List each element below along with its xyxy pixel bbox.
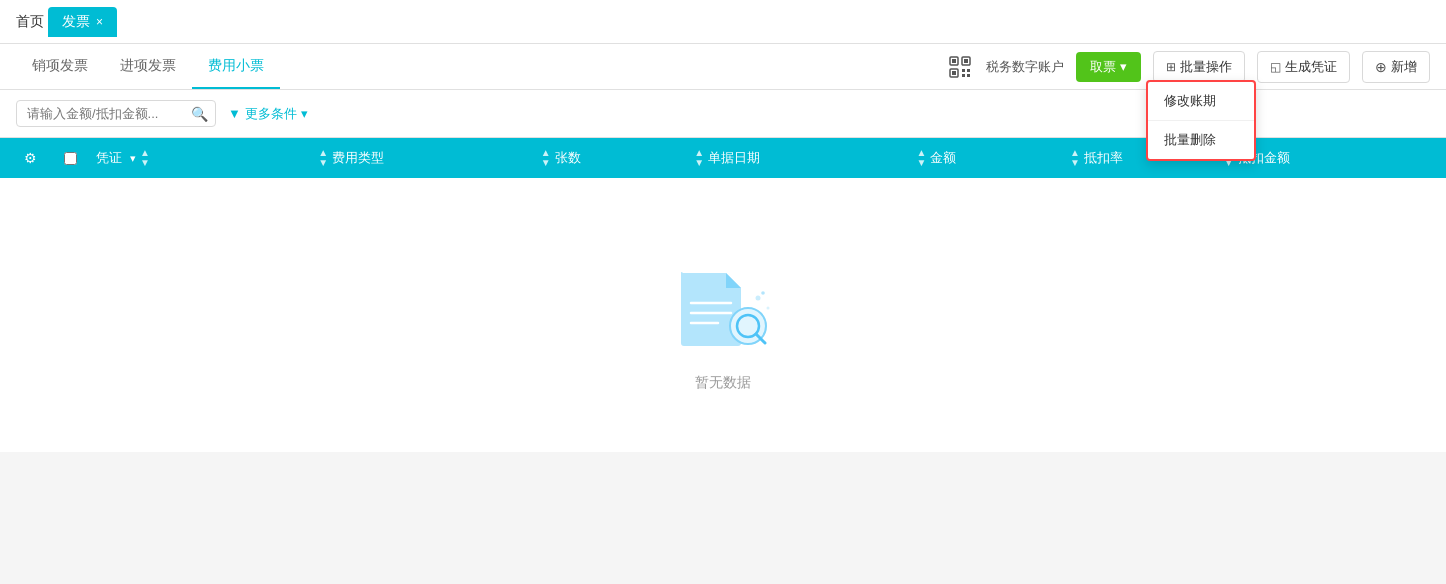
active-tab[interactable]: 发票 × bbox=[48, 7, 117, 37]
svg-rect-8 bbox=[962, 74, 965, 77]
empty-illustration bbox=[663, 258, 783, 358]
generate-voucher-button[interactable]: ◱ 生成凭证 bbox=[1257, 51, 1350, 83]
add-button[interactable]: ⊕ 新增 bbox=[1362, 51, 1430, 83]
th-voucher: 凭证 ▾ ▲▼ bbox=[88, 148, 310, 168]
tab-expense-receipt[interactable]: 费用小票 bbox=[192, 44, 280, 89]
svg-point-17 bbox=[767, 307, 770, 310]
top-nav: 首页 发票 × bbox=[0, 0, 1446, 44]
count-sort[interactable]: ▲▼ bbox=[541, 148, 551, 168]
toolbar-right: 税务数字账户 取票 ▾ ⊞ 批量操作 ◱ 生成凭证 ⊕ 新增 bbox=[946, 51, 1430, 83]
empty-state: 暂无数据 bbox=[0, 178, 1446, 452]
batch-icon: ⊞ bbox=[1166, 60, 1176, 74]
checkbox-header-cell[interactable] bbox=[52, 152, 88, 165]
svg-rect-6 bbox=[962, 69, 965, 72]
search-button[interactable]: 🔍 bbox=[191, 106, 208, 122]
active-tab-label: 发票 bbox=[62, 13, 90, 31]
expense-sort[interactable]: ▲▼ bbox=[318, 148, 328, 168]
tax-digital-label[interactable]: 税务数字账户 bbox=[986, 58, 1064, 76]
svg-point-18 bbox=[761, 291, 765, 295]
batch-operations-button[interactable]: ⊞ 批量操作 bbox=[1153, 51, 1245, 83]
svg-rect-3 bbox=[964, 59, 968, 63]
generate-icon: ◱ bbox=[1270, 60, 1281, 74]
th-amount: ▲▼ 金额 bbox=[909, 148, 1063, 168]
tab-close-button[interactable]: × bbox=[96, 15, 103, 29]
more-conditions-button[interactable]: ▼ 更多条件 ▾ bbox=[228, 105, 308, 123]
search-input-wrap: 🔍 bbox=[16, 100, 216, 127]
search-input[interactable] bbox=[16, 100, 216, 127]
svg-rect-9 bbox=[967, 74, 970, 77]
th-expense-type: ▲▼ 费用类型 bbox=[310, 148, 532, 168]
settings-cell[interactable]: ⚙ bbox=[8, 150, 52, 166]
select-all-checkbox[interactable] bbox=[64, 152, 77, 165]
date-sort[interactable]: ▲▼ bbox=[694, 148, 704, 168]
plus-icon: ⊕ bbox=[1375, 59, 1387, 75]
empty-text: 暂无数据 bbox=[695, 374, 751, 392]
amount-sort[interactable]: ▲▼ bbox=[917, 148, 927, 168]
th-count: ▲▼ 张数 bbox=[533, 148, 687, 168]
home-link[interactable]: 首页 bbox=[16, 13, 44, 31]
sub-tabs: 销项发票 进项发票 费用小票 bbox=[16, 44, 280, 89]
tab-sales-invoice[interactable]: 销项发票 bbox=[16, 44, 104, 89]
dropdown-item-modify-period[interactable]: 修改账期 bbox=[1148, 82, 1254, 121]
voucher-sort[interactable]: ▲▼ bbox=[140, 148, 150, 168]
svg-rect-7 bbox=[967, 69, 970, 72]
take-ticket-button[interactable]: 取票 ▾ bbox=[1076, 52, 1141, 82]
table-container: ⚙ 凭证 ▾ ▲▼ ▲▼ 费用类型 ▲▼ 张数 ▲▼ 单据日期 ▲▼ 金额 ▲▼… bbox=[0, 138, 1446, 452]
dropdown-item-batch-delete[interactable]: 批量删除 bbox=[1148, 121, 1254, 159]
svg-rect-5 bbox=[952, 71, 956, 75]
th-date: ▲▼ 单据日期 bbox=[686, 148, 908, 168]
qr-icon[interactable] bbox=[946, 53, 974, 81]
filter-icon: ▼ bbox=[228, 106, 241, 121]
svg-rect-1 bbox=[952, 59, 956, 63]
tab-purchase-invoice[interactable]: 进项发票 bbox=[104, 44, 192, 89]
gear-icon: ⚙ bbox=[24, 150, 37, 166]
svg-point-16 bbox=[756, 296, 761, 301]
deduct-rate-sort[interactable]: ▲▼ bbox=[1070, 148, 1080, 168]
batch-dropdown-menu: 修改账期 批量删除 bbox=[1146, 80, 1256, 161]
voucher-filter-icon[interactable]: ▾ bbox=[130, 152, 136, 165]
